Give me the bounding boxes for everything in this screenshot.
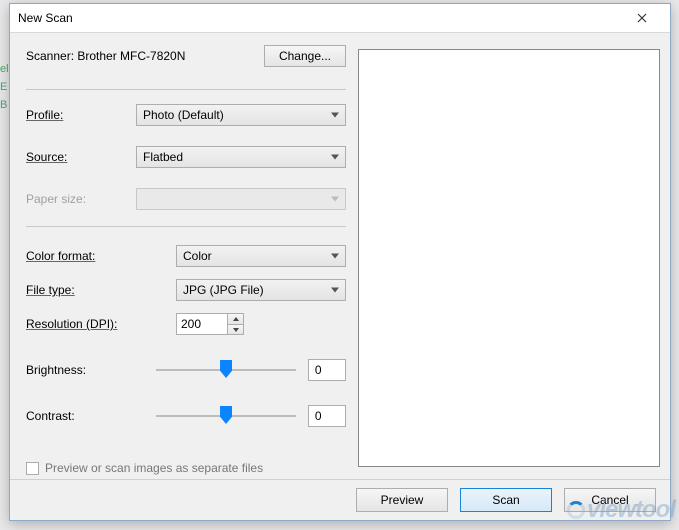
brightness-slider[interactable] xyxy=(156,360,296,380)
contrast-value[interactable]: 0 xyxy=(308,405,346,427)
contrast-label: Contrast: xyxy=(26,409,156,423)
separate-files-label: Preview or scan images as separate files xyxy=(45,461,263,475)
window-title: New Scan xyxy=(18,11,73,25)
contrast-slider[interactable] xyxy=(156,406,296,426)
brightness-label: Brightness: xyxy=(26,363,156,377)
chevron-down-icon xyxy=(331,113,339,118)
file-type-value: JPG (JPG File) xyxy=(183,283,264,297)
separate-files-checkbox[interactable] xyxy=(26,462,39,475)
file-type-label: File type: xyxy=(26,283,176,297)
spin-down-button[interactable] xyxy=(228,324,244,335)
change-scanner-button[interactable]: Change... xyxy=(264,45,346,67)
triangle-down-icon xyxy=(233,328,239,332)
resolution-spinbox[interactable] xyxy=(176,313,244,335)
spin-up-button[interactable] xyxy=(228,313,244,324)
resolution-label: Resolution (DPI): xyxy=(26,317,176,331)
separator xyxy=(26,89,346,90)
slider-thumb[interactable] xyxy=(220,406,232,424)
preview-button[interactable]: Preview xyxy=(356,488,448,512)
paper-size-label: Paper size: xyxy=(26,192,136,206)
paper-size-select xyxy=(136,188,346,210)
resolution-input[interactable] xyxy=(176,313,228,335)
chevron-down-icon xyxy=(331,288,339,293)
profile-value: Photo (Default) xyxy=(143,108,224,122)
chevron-down-icon xyxy=(331,155,339,160)
chevron-down-icon xyxy=(331,197,339,202)
profile-select[interactable]: Photo (Default) xyxy=(136,104,346,126)
close-icon xyxy=(637,13,647,23)
scan-button[interactable]: Scan xyxy=(460,488,552,512)
cancel-button[interactable]: Cancel xyxy=(564,488,656,512)
source-label: Source: xyxy=(26,150,136,164)
new-scan-dialog: New Scan Scanner: Brother MFC-7820N Chan… xyxy=(9,3,671,521)
titlebar: New Scan xyxy=(10,4,670,33)
triangle-up-icon xyxy=(233,317,239,321)
source-select[interactable]: Flatbed xyxy=(136,146,346,168)
profile-label: Profile: xyxy=(26,108,136,122)
source-value: Flatbed xyxy=(143,150,183,164)
file-type-select[interactable]: JPG (JPG File) xyxy=(176,279,346,301)
brightness-value[interactable]: 0 xyxy=(308,359,346,381)
color-format-label: Color format: xyxy=(26,249,176,263)
separator xyxy=(26,226,346,227)
color-format-select[interactable]: Color xyxy=(176,245,346,267)
dialog-footer: Preview Scan Cancel xyxy=(10,479,670,520)
slider-thumb[interactable] xyxy=(220,360,232,378)
scanner-label: Scanner: Brother MFC-7820N xyxy=(26,49,185,63)
preview-pane xyxy=(358,49,660,467)
background-partial-text: el E B xyxy=(0,60,9,114)
color-format-value: Color xyxy=(183,249,212,263)
close-button[interactable] xyxy=(622,4,662,32)
chevron-down-icon xyxy=(331,254,339,259)
